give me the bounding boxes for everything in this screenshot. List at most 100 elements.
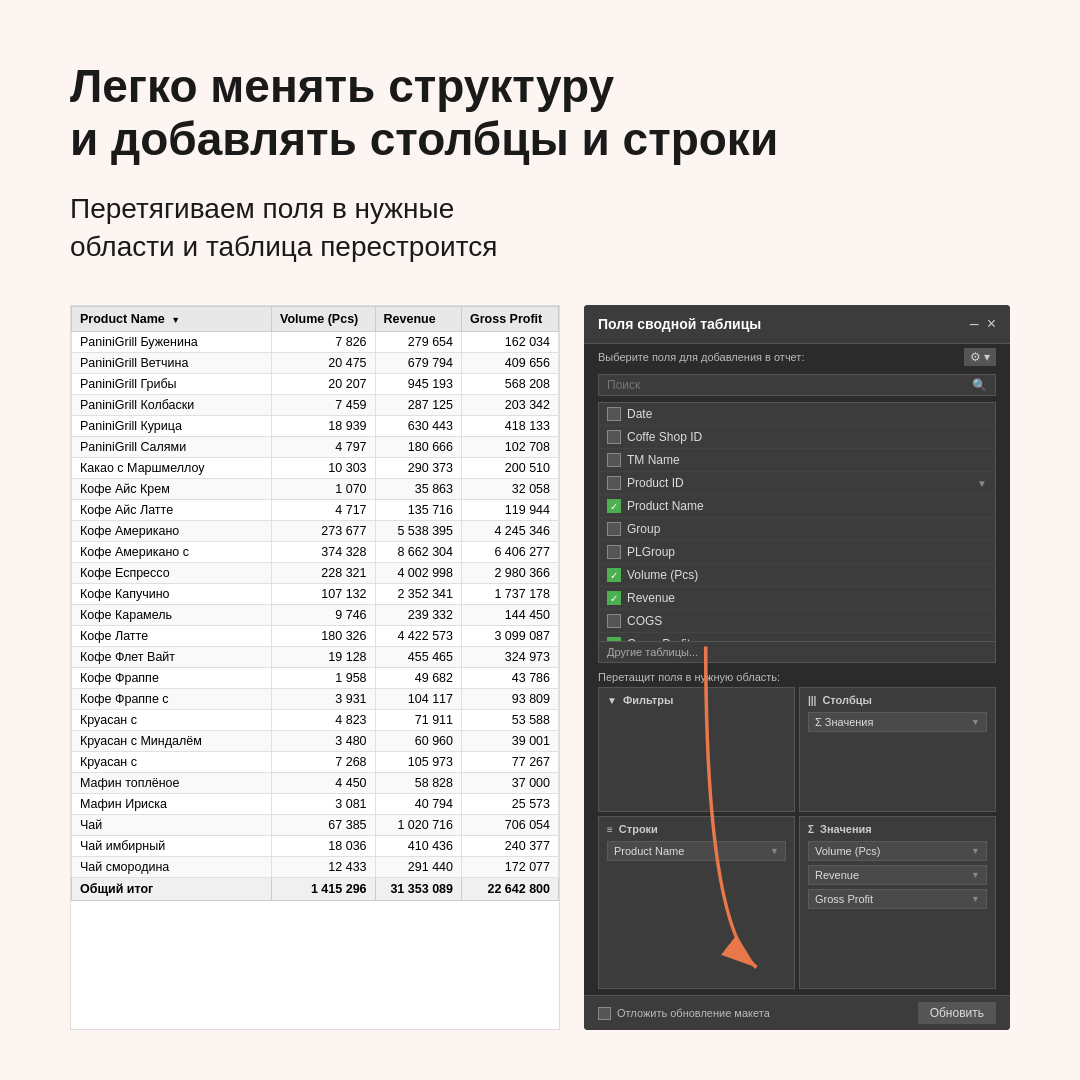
table-cell: 200 510 xyxy=(461,458,558,479)
field-label: TM Name xyxy=(627,453,987,467)
zone-item[interactable]: Product Name ▼ xyxy=(607,841,786,861)
table-row: Кофе Капучино107 1322 352 3411 737 178 xyxy=(72,584,559,605)
table-cell: Круасан с Миндалём xyxy=(72,731,272,752)
field-checkbox[interactable]: ✓ xyxy=(607,591,621,605)
table-cell: Кофе Американо xyxy=(72,521,272,542)
field-item[interactable]: ✓Product Name xyxy=(599,495,995,518)
zone-item-label: Σ Значения xyxy=(815,716,873,728)
table-cell: 240 377 xyxy=(461,836,558,857)
field-item[interactable]: Date xyxy=(599,403,995,426)
field-checkbox[interactable] xyxy=(607,407,621,421)
table-row: Кофе Латте180 3264 422 5733 099 087 xyxy=(72,626,559,647)
zone-item-label: Product Name xyxy=(614,845,684,857)
table-cell: 3 931 xyxy=(272,689,376,710)
col-header-product: Product Name ▼ xyxy=(72,307,272,332)
table-row: Чай имбирный18 036410 436240 377 xyxy=(72,836,559,857)
field-item[interactable]: ✓Gross Profit xyxy=(599,633,995,642)
table-cell: 135 716 xyxy=(375,500,461,521)
table-cell: 104 117 xyxy=(375,689,461,710)
table-cell: 228 321 xyxy=(272,563,376,584)
zone-item-arrow-icon[interactable]: ▼ xyxy=(971,846,980,856)
table-footer-row: Общий итог 1 415 296 31 353 089 22 642 8… xyxy=(72,878,559,901)
field-checkbox[interactable] xyxy=(607,430,621,444)
table-cell: 37 000 xyxy=(461,773,558,794)
table-row: Круасан с7 268105 97377 267 xyxy=(72,752,559,773)
table-cell: 71 911 xyxy=(375,710,461,731)
table-cell: 49 682 xyxy=(375,668,461,689)
table-cell: 119 944 xyxy=(461,500,558,521)
zone-item-arrow-icon[interactable]: ▼ xyxy=(971,717,980,727)
table-cell: 1 070 xyxy=(272,479,376,500)
field-checkbox[interactable] xyxy=(607,545,621,559)
zone-item-arrow-icon[interactable]: ▼ xyxy=(971,870,980,880)
field-checkbox[interactable] xyxy=(607,522,621,536)
other-tables-link[interactable]: Другие таблицы... xyxy=(598,642,996,663)
field-item[interactable]: Coffe Shop ID xyxy=(599,426,995,449)
zone-item-label: Revenue xyxy=(815,869,859,881)
table-cell: Какао с Маршмеллоу xyxy=(72,458,272,479)
field-item[interactable]: PLGroup xyxy=(599,541,995,564)
search-input[interactable] xyxy=(607,378,972,392)
col-header-profit: Gross Profit xyxy=(461,307,558,332)
search-box[interactable]: 🔍 xyxy=(598,374,996,396)
table-cell: PaniniGrill Колбаски xyxy=(72,395,272,416)
table-cell: Кофе Айс Крем xyxy=(72,479,272,500)
panel-subtitle: Выберите поля для добавления в отчет: xyxy=(598,351,804,363)
defer-update-label: Отложить обновление макета xyxy=(617,1007,770,1019)
zone-item[interactable]: Gross Profit ▼ xyxy=(808,889,987,909)
table-row: Мафин Ириска3 08140 79425 573 xyxy=(72,794,559,815)
zone-item-arrow-icon[interactable]: ▼ xyxy=(770,846,779,856)
table-body: PaniniGrill Буженина7 826279 654162 034P… xyxy=(72,332,559,878)
table-row: Кофе Фраппе с3 931104 11793 809 xyxy=(72,689,559,710)
zone-item-arrow-icon[interactable]: ▼ xyxy=(971,894,980,904)
table-cell: 25 573 xyxy=(461,794,558,815)
table-cell: 374 328 xyxy=(272,542,376,563)
table-cell: 32 058 xyxy=(461,479,558,500)
table-cell: Чай xyxy=(72,815,272,836)
panel-footer: Отложить обновление макета Обновить xyxy=(584,995,1010,1030)
field-checkbox[interactable] xyxy=(607,614,621,628)
zone-item[interactable]: Revenue ▼ xyxy=(808,865,987,885)
field-checkbox[interactable]: ✓ xyxy=(607,499,621,513)
table-cell: 19 128 xyxy=(272,647,376,668)
field-checkbox[interactable] xyxy=(607,476,621,490)
minimize-icon[interactable]: – xyxy=(970,315,979,333)
field-item[interactable]: Group xyxy=(599,518,995,541)
table-row: PaniniGrill Грибы20 207945 193568 208 xyxy=(72,374,559,395)
field-label: COGS xyxy=(627,614,987,628)
table-cell: 324 973 xyxy=(461,647,558,668)
table-cell: Кофе Еспрессо xyxy=(72,563,272,584)
field-checkbox[interactable]: ✓ xyxy=(607,568,621,582)
field-item[interactable]: ✓Revenue xyxy=(599,587,995,610)
zone-header: ≡Строки xyxy=(607,823,786,835)
update-button[interactable]: Обновить xyxy=(918,1002,996,1024)
zone-item-label: Gross Profit xyxy=(815,893,873,905)
table-cell: Кофе Латте xyxy=(72,626,272,647)
table-cell: 4 245 346 xyxy=(461,521,558,542)
table-row: PaniniGrill Колбаски7 459287 125203 342 xyxy=(72,395,559,416)
filter-icon[interactable]: ▼ xyxy=(171,315,180,325)
gear-button[interactable]: ⚙ ▾ xyxy=(964,348,996,366)
field-item[interactable]: COGS xyxy=(599,610,995,633)
table-row: PaniniGrill Курица18 939630 443418 133 xyxy=(72,416,559,437)
zone-box: ΣЗначенияVolume (Pcs)▼Revenue▼Gross Prof… xyxy=(799,816,996,989)
close-icon[interactable]: × xyxy=(987,315,996,333)
defer-update-checkbox[interactable] xyxy=(598,1007,611,1020)
zone-icon: Σ xyxy=(808,824,814,835)
field-item[interactable]: ✓Volume (Pcs) xyxy=(599,564,995,587)
table-cell: 58 828 xyxy=(375,773,461,794)
table-cell: PaniniGrill Грибы xyxy=(72,374,272,395)
table-cell: 35 863 xyxy=(375,479,461,500)
table-cell: PaniniGrill Ветчина xyxy=(72,353,272,374)
table-cell: 291 440 xyxy=(375,857,461,878)
field-item[interactable]: TM Name xyxy=(599,449,995,472)
table-cell: 144 450 xyxy=(461,605,558,626)
field-item[interactable]: Product ID▼ xyxy=(599,472,995,495)
table-cell: 40 794 xyxy=(375,794,461,815)
zone-item[interactable]: Σ Значения ▼ xyxy=(808,712,987,732)
table-cell: 8 662 304 xyxy=(375,542,461,563)
field-checkbox[interactable] xyxy=(607,453,621,467)
field-expand-icon[interactable]: ▼ xyxy=(977,478,987,489)
zone-item[interactable]: Volume (Pcs)▼ xyxy=(808,841,987,861)
table-cell: 290 373 xyxy=(375,458,461,479)
